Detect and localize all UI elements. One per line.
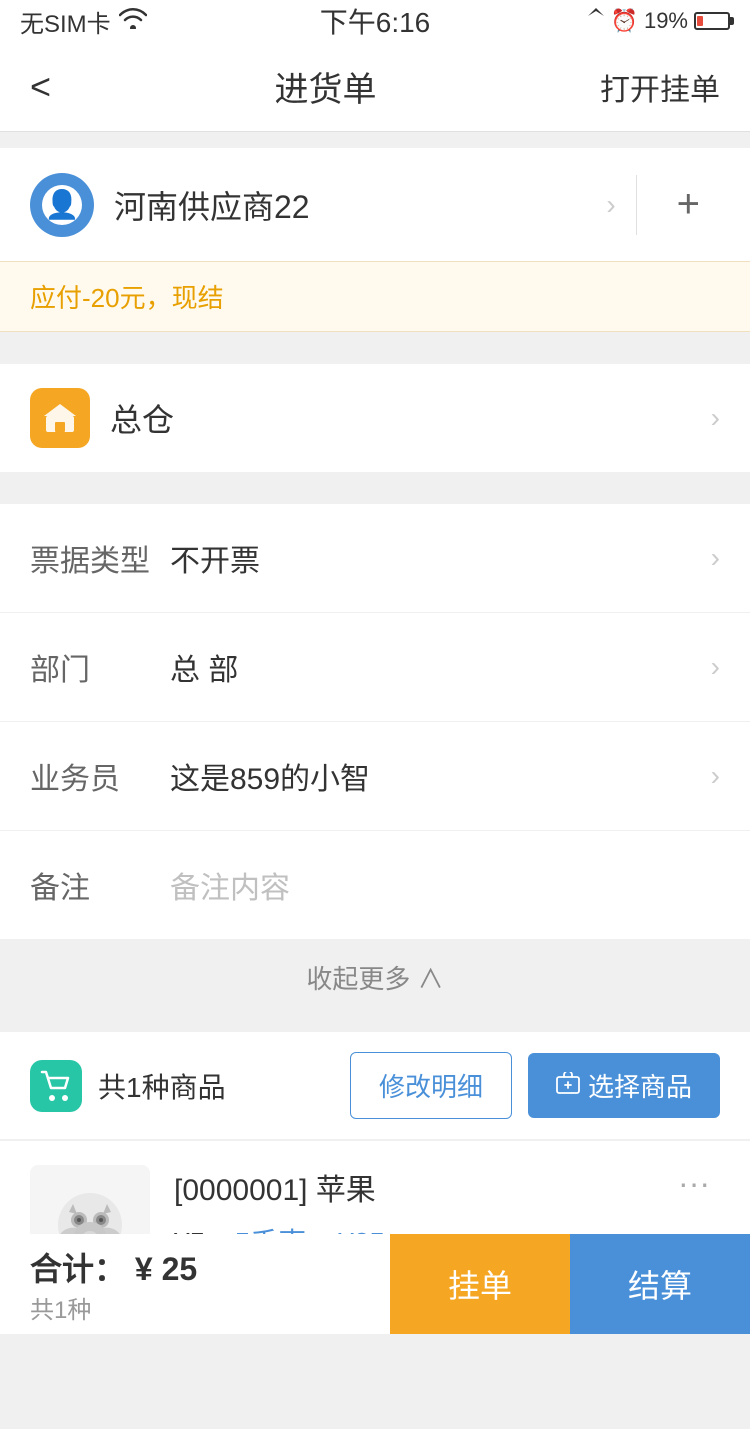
invoice-value: 不开票: [170, 536, 711, 580]
warehouse-name: 总仓: [110, 395, 711, 441]
remark-row[interactable]: 备注 备注内容: [0, 831, 750, 939]
open-hang-button[interactable]: 打开挂单: [600, 65, 720, 109]
hang-button[interactable]: 挂单: [390, 1234, 570, 1334]
invoice-row[interactable]: 票据类型 不开票 ›: [0, 504, 750, 613]
total-sub: 共1种: [30, 1290, 390, 1325]
warehouse-row[interactable]: 总仓 ›: [0, 364, 750, 472]
department-chevron-icon: ›: [711, 651, 720, 683]
total-value: ¥ 25: [135, 1251, 197, 1287]
product-icon: [30, 1060, 82, 1112]
supplier-divider: [636, 175, 637, 235]
select-product-icon: [556, 1070, 580, 1101]
salesman-label: 业务员: [30, 754, 150, 798]
product-title: 苹果: [316, 1174, 376, 1207]
battery-icon: [694, 12, 730, 30]
department-label: 部门: [30, 645, 150, 689]
status-bar: 无SIM卡 下午6:16 ⏰ 19%: [0, 0, 750, 42]
page-title: 进货单: [275, 62, 377, 111]
salesman-chevron-icon: ›: [711, 760, 720, 792]
warehouse-icon: [30, 388, 90, 448]
supplier-section: 👤 河南供应商22 › + 应付-20元，现结: [0, 148, 750, 332]
section-gap-4: [0, 1016, 750, 1032]
alarm-icon: ⏰: [611, 8, 638, 34]
total-amount: 合计： ¥ 25: [30, 1244, 390, 1290]
total-section: 合计： ¥ 25 共1种: [0, 1234, 390, 1334]
wifi-icon: [119, 7, 147, 36]
supplier-avatar: 👤: [30, 173, 94, 237]
chevron-right-icon: ›: [606, 189, 615, 221]
warehouse-chevron-icon: ›: [711, 402, 720, 434]
back-button[interactable]: <: [30, 66, 51, 108]
supplier-row[interactable]: 👤 河南供应商22 › +: [0, 148, 750, 261]
notice-bar: 应付-20元，现结: [0, 261, 750, 332]
bottom-bar: 合计： ¥ 25 共1种 挂单 结算: [0, 1234, 750, 1334]
invoice-chevron-icon: ›: [711, 542, 720, 574]
product-code: [0000001]: [174, 1174, 307, 1207]
supplier-name: 河南供应商22: [114, 182, 606, 228]
status-left: 无SIM卡: [20, 4, 147, 39]
product-name: [0000001] 苹果: [174, 1165, 668, 1209]
department-row[interactable]: 部门 总 部 ›: [0, 613, 750, 722]
carrier-text: 无SIM卡: [20, 4, 111, 39]
person-icon: 👤: [45, 188, 80, 221]
status-time: 下午6:16: [320, 1, 431, 41]
location-icon: [587, 7, 605, 35]
warehouse-section: 总仓 ›: [0, 364, 750, 472]
product-header: 共1种商品 修改明细 选择商品: [0, 1032, 750, 1139]
add-supplier-button[interactable]: +: [657, 172, 720, 237]
collapse-bar[interactable]: 收起更多 ∧: [0, 939, 750, 1016]
section-gap-2: [0, 332, 750, 348]
remark-placeholder[interactable]: 备注内容: [170, 863, 720, 907]
product-count: 共1种商品: [98, 1066, 350, 1106]
salesman-row[interactable]: 业务员 这是859的小智 ›: [0, 722, 750, 831]
select-product-button[interactable]: 选择商品: [528, 1053, 720, 1118]
battery-percent: 19%: [644, 8, 688, 34]
status-right: ⏰ 19%: [587, 7, 730, 35]
form-section: 票据类型 不开票 › 部门 总 部 › 业务员 这是859的小智 › 备注 备注…: [0, 504, 750, 939]
total-label: 合计：: [30, 1251, 126, 1287]
select-product-label: 选择商品: [588, 1067, 692, 1104]
section-gap-1: [0, 132, 750, 148]
section-gap-3: [0, 472, 750, 488]
invoice-label: 票据类型: [30, 536, 150, 580]
product-menu-button[interactable]: ···: [668, 1165, 720, 1202]
checkout-button[interactable]: 结算: [570, 1234, 750, 1334]
edit-detail-button[interactable]: 修改明细: [350, 1052, 512, 1119]
avatar-inner: 👤: [42, 185, 82, 225]
nav-bar: < 进货单 打开挂单: [0, 42, 750, 132]
salesman-value: 这是859的小智: [170, 754, 711, 798]
remark-label: 备注: [30, 863, 150, 907]
department-value: 总 部: [170, 645, 711, 689]
